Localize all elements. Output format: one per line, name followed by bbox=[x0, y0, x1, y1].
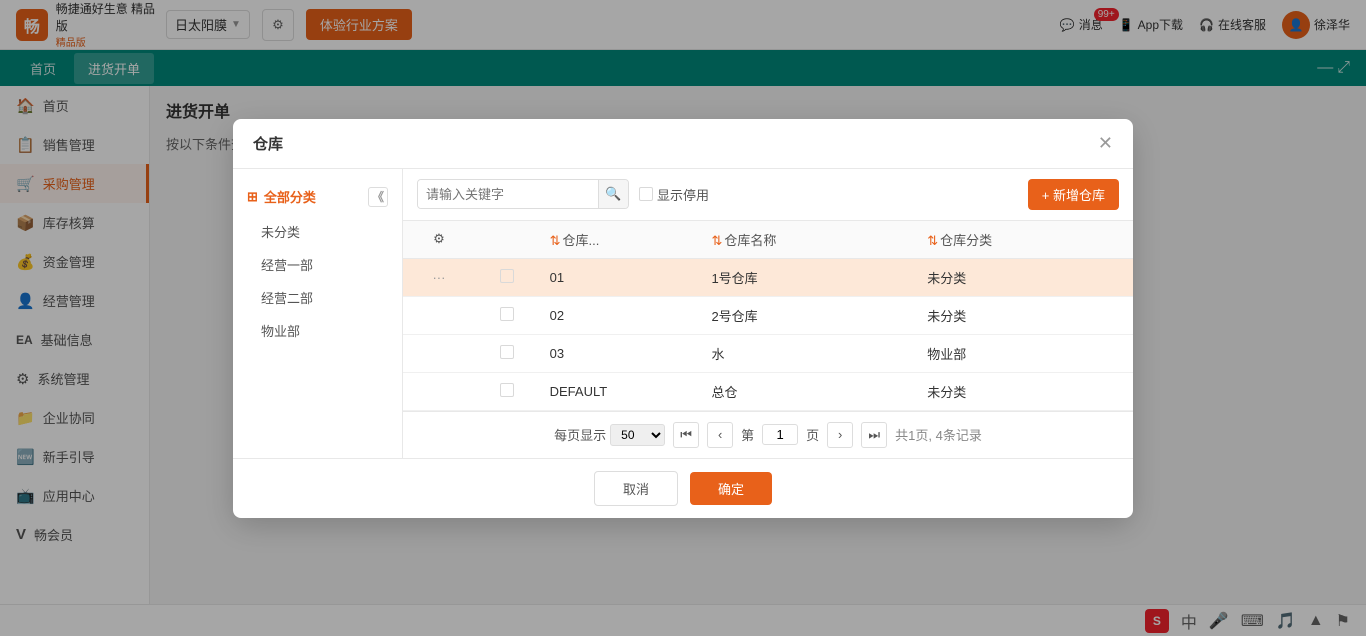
page-label: 第 bbox=[741, 425, 754, 444]
confirm-button[interactable]: 确定 bbox=[690, 472, 772, 505]
modal-overlay: 仓库 ✕ ⊞ 全部分类 《 未分类 经营一部 经营二部 物业部 bbox=[0, 0, 1366, 636]
row-cat-2: 未分类 bbox=[917, 296, 1133, 334]
col-header-name: ⇅仓库名称 bbox=[701, 221, 917, 259]
row-check-2[interactable] bbox=[475, 296, 540, 334]
table-area: 🔍 显示停用 + 新增仓库 ⚙ bbox=[403, 169, 1133, 458]
col-header-settings: ⚙ bbox=[403, 221, 475, 259]
row-name-4: 总仓 bbox=[701, 372, 917, 410]
page-total: 共1页, 4条记录 bbox=[895, 425, 982, 444]
row-actions-2 bbox=[403, 296, 475, 334]
row-name-2: 2号仓库 bbox=[701, 296, 917, 334]
sort-icon-cat: ⇅ bbox=[927, 233, 938, 248]
row-code-4: DEFAULT bbox=[540, 372, 702, 410]
page-prev-button[interactable]: ‹ bbox=[707, 422, 733, 448]
row-cat-3: 物业部 bbox=[917, 334, 1133, 372]
page-size-select[interactable]: 10 20 50 100 bbox=[610, 424, 665, 446]
sort-icon-code: ⇅ bbox=[550, 233, 561, 248]
row-code-2: 02 bbox=[540, 296, 702, 334]
page-next-button[interactable]: › bbox=[827, 422, 853, 448]
row-code-3: 03 bbox=[540, 334, 702, 372]
warehouse-table: ⚙ ⇅仓库... ⇅仓库名称 ⇅仓库分类 ··· 01 bbox=[403, 221, 1133, 411]
row-name-3: 水 bbox=[701, 334, 917, 372]
pagination: 每页显示 10 20 50 100 ⏮ ‹ 第 页 › ⏭ bbox=[403, 411, 1133, 458]
row-cat-4: 未分类 bbox=[917, 372, 1133, 410]
page-last-button[interactable]: ⏭ bbox=[861, 422, 887, 448]
page-first-button[interactable]: ⏮ bbox=[673, 422, 699, 448]
row-cat-1: 未分类 bbox=[917, 258, 1133, 296]
row-check-1[interactable] bbox=[475, 258, 540, 296]
search-input[interactable] bbox=[418, 180, 598, 208]
show-disabled-label: 显示停用 bbox=[657, 185, 709, 204]
per-page-label: 每页显示 bbox=[554, 425, 606, 444]
col-header-category: ⇅仓库分类 bbox=[917, 221, 1133, 259]
table-row[interactable]: 03 水 物业部 bbox=[403, 334, 1133, 372]
page-suffix: 页 bbox=[806, 425, 819, 444]
page-input[interactable] bbox=[762, 424, 798, 445]
modal-footer: 取消 确定 bbox=[233, 458, 1133, 518]
col-header-code: ⇅仓库... bbox=[540, 221, 702, 259]
col-header-check bbox=[475, 221, 540, 259]
row-actions-3 bbox=[403, 334, 475, 372]
row-code-1: 01 bbox=[540, 258, 702, 296]
category-all[interactable]: ⊞ 全部分类 《 bbox=[233, 179, 402, 215]
warehouse-modal: 仓库 ✕ ⊞ 全部分类 《 未分类 经营一部 经营二部 物业部 bbox=[233, 119, 1133, 518]
table-row[interactable]: DEFAULT 总仓 未分类 bbox=[403, 372, 1133, 410]
cancel-button[interactable]: 取消 bbox=[594, 471, 678, 506]
table-row[interactable]: ··· 01 1号仓库 未分类 bbox=[403, 258, 1133, 296]
cat-item-ops2[interactable]: 经营二部 bbox=[233, 281, 402, 314]
show-disabled-wrap: 显示停用 bbox=[639, 185, 709, 204]
cat-item-ops1[interactable]: 经营一部 bbox=[233, 248, 402, 281]
grid-icon: ⊞ bbox=[247, 189, 258, 205]
page-size-wrap: 每页显示 10 20 50 100 bbox=[554, 424, 665, 446]
search-button[interactable]: 🔍 bbox=[598, 179, 628, 209]
table-row[interactable]: 02 2号仓库 未分类 bbox=[403, 296, 1133, 334]
modal-header: 仓库 ✕ bbox=[233, 119, 1133, 169]
table-toolbar: 🔍 显示停用 + 新增仓库 bbox=[403, 169, 1133, 221]
row-name-1: 1号仓库 bbox=[701, 258, 917, 296]
search-wrap: 🔍 bbox=[417, 179, 629, 209]
modal-close-button[interactable]: ✕ bbox=[1098, 133, 1113, 154]
row-actions-4 bbox=[403, 372, 475, 410]
cat-item-none[interactable]: 未分类 bbox=[233, 215, 402, 248]
category-collapse-button[interactable]: 《 bbox=[368, 187, 388, 207]
checkbox-3[interactable] bbox=[500, 345, 514, 359]
row-check-4[interactable] bbox=[475, 372, 540, 410]
row-check-3[interactable] bbox=[475, 334, 540, 372]
add-warehouse-button[interactable]: + 新增仓库 bbox=[1028, 179, 1119, 210]
checkbox-4[interactable] bbox=[500, 383, 514, 397]
checkbox-2[interactable] bbox=[500, 307, 514, 321]
sort-icon-name: ⇅ bbox=[711, 233, 722, 248]
category-panel: ⊞ 全部分类 《 未分类 经营一部 经营二部 物业部 bbox=[233, 169, 403, 458]
checkbox-1[interactable] bbox=[500, 269, 514, 283]
cat-item-property[interactable]: 物业部 bbox=[233, 314, 402, 347]
row-actions-1: ··· bbox=[403, 258, 475, 296]
modal-body: ⊞ 全部分类 《 未分类 经营一部 经营二部 物业部 🔍 bbox=[233, 169, 1133, 458]
category-all-label: 全部分类 bbox=[264, 187, 316, 206]
modal-title: 仓库 bbox=[253, 133, 283, 154]
show-disabled-checkbox[interactable] bbox=[639, 187, 653, 201]
